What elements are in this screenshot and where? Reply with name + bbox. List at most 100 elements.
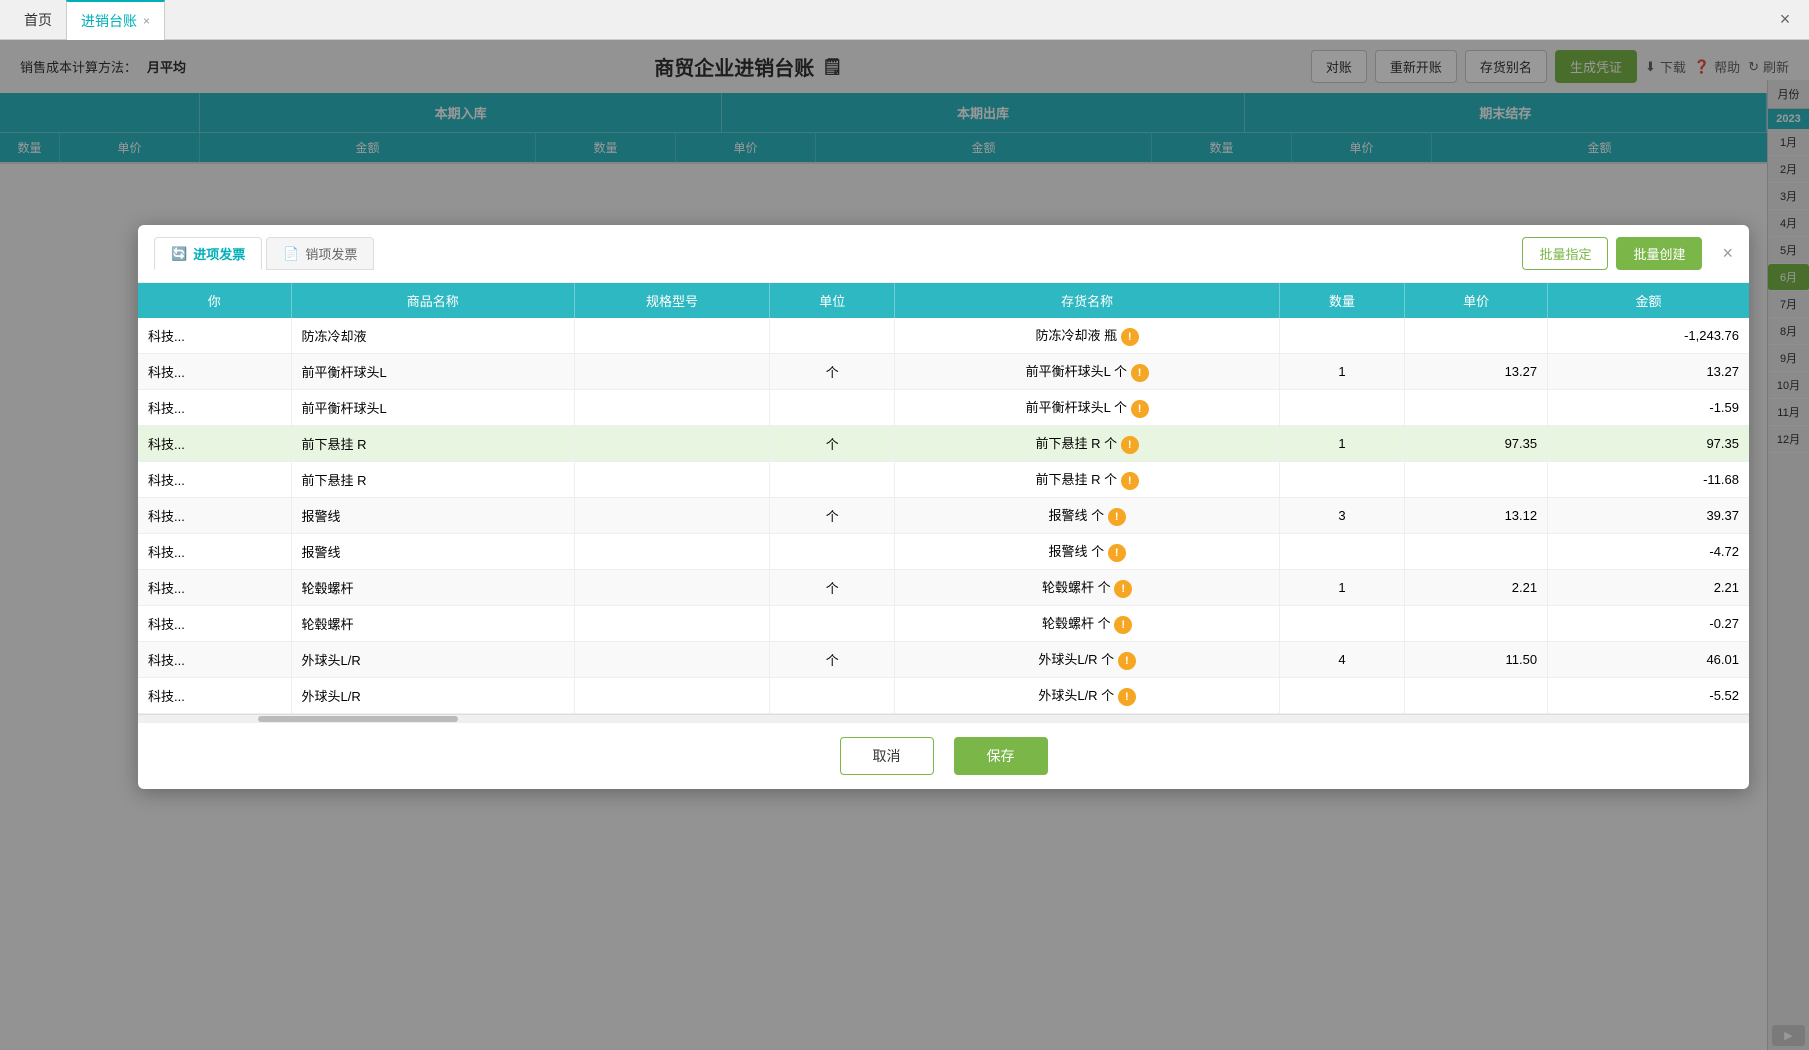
window-close-button[interactable]: × <box>1771 6 1799 34</box>
col-header-spec: 规格型号 <box>575 283 770 318</box>
cell-qty: 3 <box>1279 498 1404 534</box>
warning-icon[interactable]: ! <box>1108 544 1126 562</box>
cell-price: 13.12 <box>1405 498 1548 534</box>
cell-spec <box>575 534 770 570</box>
cell-qty <box>1279 318 1404 354</box>
cell-inventory-name: 外球头L/R 个 ! <box>895 642 1279 678</box>
modal-footer: 取消 保存 <box>138 722 1749 789</box>
cell-spec <box>575 354 770 390</box>
warning-icon[interactable]: ! <box>1131 364 1149 382</box>
cell-amount: 39.37 <box>1548 498 1749 534</box>
tab-ledger-close[interactable]: × <box>143 14 150 28</box>
modal-header-actions: 批量指定 批量创建 × <box>1522 237 1733 270</box>
warning-icon[interactable]: ! <box>1121 328 1139 346</box>
warning-icon[interactable]: ! <box>1118 652 1136 670</box>
warning-icon[interactable]: ! <box>1114 580 1132 598</box>
warning-icon[interactable]: ! <box>1108 508 1126 526</box>
tab-bar: 首页 进销台账 × × <box>0 0 1809 40</box>
cell-company: 科技... <box>138 570 291 606</box>
cell-price: 13.27 <box>1405 354 1548 390</box>
cell-amount: 2.21 <box>1548 570 1749 606</box>
cell-qty <box>1279 678 1404 714</box>
modal-scroll-thumb[interactable] <box>258 716 458 722</box>
tab-home-label: 首页 <box>24 10 52 30</box>
warning-icon[interactable]: ! <box>1121 472 1139 490</box>
warning-icon[interactable]: ! <box>1118 688 1136 706</box>
col-header-company: 你 <box>138 283 291 318</box>
table-row: 科技...报警线个报警线 个 !313.1239.37 <box>138 498 1749 534</box>
cell-inventory-name: 报警线 个 ! <box>895 534 1279 570</box>
cell-qty <box>1279 462 1404 498</box>
cell-unit: 个 <box>769 642 894 678</box>
warning-icon[interactable]: ! <box>1114 616 1132 634</box>
col-header-price: 单价 <box>1405 283 1548 318</box>
modal-scrollbar[interactable] <box>138 714 1749 722</box>
purchase-tab-icon: 🔄 <box>171 246 187 262</box>
cell-unit: 个 <box>769 498 894 534</box>
cell-price: 97.35 <box>1405 426 1548 462</box>
modal-close-button[interactable]: × <box>1722 243 1733 264</box>
cell-product-name: 前平衡杆球头L <box>291 390 575 426</box>
col-header-qty: 数量 <box>1279 283 1404 318</box>
table-row: 科技...轮毂螺杆轮毂螺杆 个 !-0.27 <box>138 606 1749 642</box>
tab-purchase-invoice[interactable]: 🔄 进项发票 <box>154 237 262 270</box>
cell-inventory-name: 防冻冷却液 瓶 ! <box>895 318 1279 354</box>
purchase-tab-label: 进项发票 <box>193 244 245 263</box>
cell-inventory-name: 报警线 个 ! <box>895 498 1279 534</box>
tab-ledger-label: 进销台账 <box>81 11 137 31</box>
batch-create-button[interactable]: 批量创建 <box>1616 237 1702 270</box>
cell-unit: 个 <box>769 354 894 390</box>
cell-price <box>1405 678 1548 714</box>
warning-icon[interactable]: ! <box>1121 436 1139 454</box>
col-header-inventory-name: 存货名称 <box>895 283 1279 318</box>
cell-qty <box>1279 606 1404 642</box>
cell-spec <box>575 642 770 678</box>
cell-company: 科技... <box>138 678 291 714</box>
cell-product-name: 前平衡杆球头L <box>291 354 575 390</box>
warning-icon[interactable]: ! <box>1131 400 1149 418</box>
cell-price: 11.50 <box>1405 642 1548 678</box>
cell-product-name: 外球头L/R <box>291 678 575 714</box>
cell-amount: -4.72 <box>1548 534 1749 570</box>
cell-company: 科技... <box>138 534 291 570</box>
cell-price <box>1405 462 1548 498</box>
cancel-button[interactable]: 取消 <box>840 737 934 775</box>
cell-company: 科技... <box>138 390 291 426</box>
cell-company: 科技... <box>138 354 291 390</box>
cell-price <box>1405 606 1548 642</box>
cell-unit: 个 <box>769 570 894 606</box>
tab-sales-invoice[interactable]: 📄 销项发票 <box>266 237 374 270</box>
cell-inventory-name: 轮毂螺杆 个 ! <box>895 570 1279 606</box>
cell-price <box>1405 534 1548 570</box>
cell-product-name: 轮毂螺杆 <box>291 606 575 642</box>
table-row: 科技...报警线 报警线 个 ! -4.72 <box>138 534 1749 570</box>
tab-home[interactable]: 首页 <box>10 0 66 40</box>
cell-unit <box>769 678 894 714</box>
cell-price <box>1405 390 1548 426</box>
cell-qty <box>1279 534 1404 570</box>
cell-product-name: 防冻冷却液 <box>291 318 575 354</box>
col-header-amount: 金额 <box>1548 283 1749 318</box>
cell-qty: 1 <box>1279 354 1404 390</box>
cell-product-name: 报警线 <box>291 534 575 570</box>
batch-specify-button[interactable]: 批量指定 <box>1522 237 1608 270</box>
cell-amount: 97.35 <box>1548 426 1749 462</box>
table-row: 科技...前平衡杆球头L前平衡杆球头L 个 !-1.59 <box>138 390 1749 426</box>
cell-qty: 1 <box>1279 426 1404 462</box>
sales-tab-label: 销项发票 <box>305 244 357 263</box>
modal-dialog: 🔄 进项发票 📄 销项发票 批量指定 批量创建 × 你 商 <box>138 225 1749 789</box>
cell-company: 科技... <box>138 606 291 642</box>
cell-amount: 46.01 <box>1548 642 1749 678</box>
tab-ledger[interactable]: 进销台账 × <box>66 0 165 40</box>
cell-inventory-name: 前下悬挂 R 个 ! <box>895 426 1279 462</box>
cell-price <box>1405 318 1548 354</box>
cell-unit <box>769 606 894 642</box>
cell-company: 科技... <box>138 642 291 678</box>
cell-amount: 13.27 <box>1548 354 1749 390</box>
cell-spec <box>575 462 770 498</box>
modal-table-wrap[interactable]: 你 商品名称 规格型号 单位 存货名称 数量 单价 金额 科技...防冻冷却液防… <box>138 283 1749 714</box>
cell-inventory-name: 前平衡杆球头L 个 ! <box>895 390 1279 426</box>
table-row: 科技...前下悬挂 R前下悬挂 R 个 !-11.68 <box>138 462 1749 498</box>
cell-spec <box>575 498 770 534</box>
save-button[interactable]: 保存 <box>954 737 1048 775</box>
